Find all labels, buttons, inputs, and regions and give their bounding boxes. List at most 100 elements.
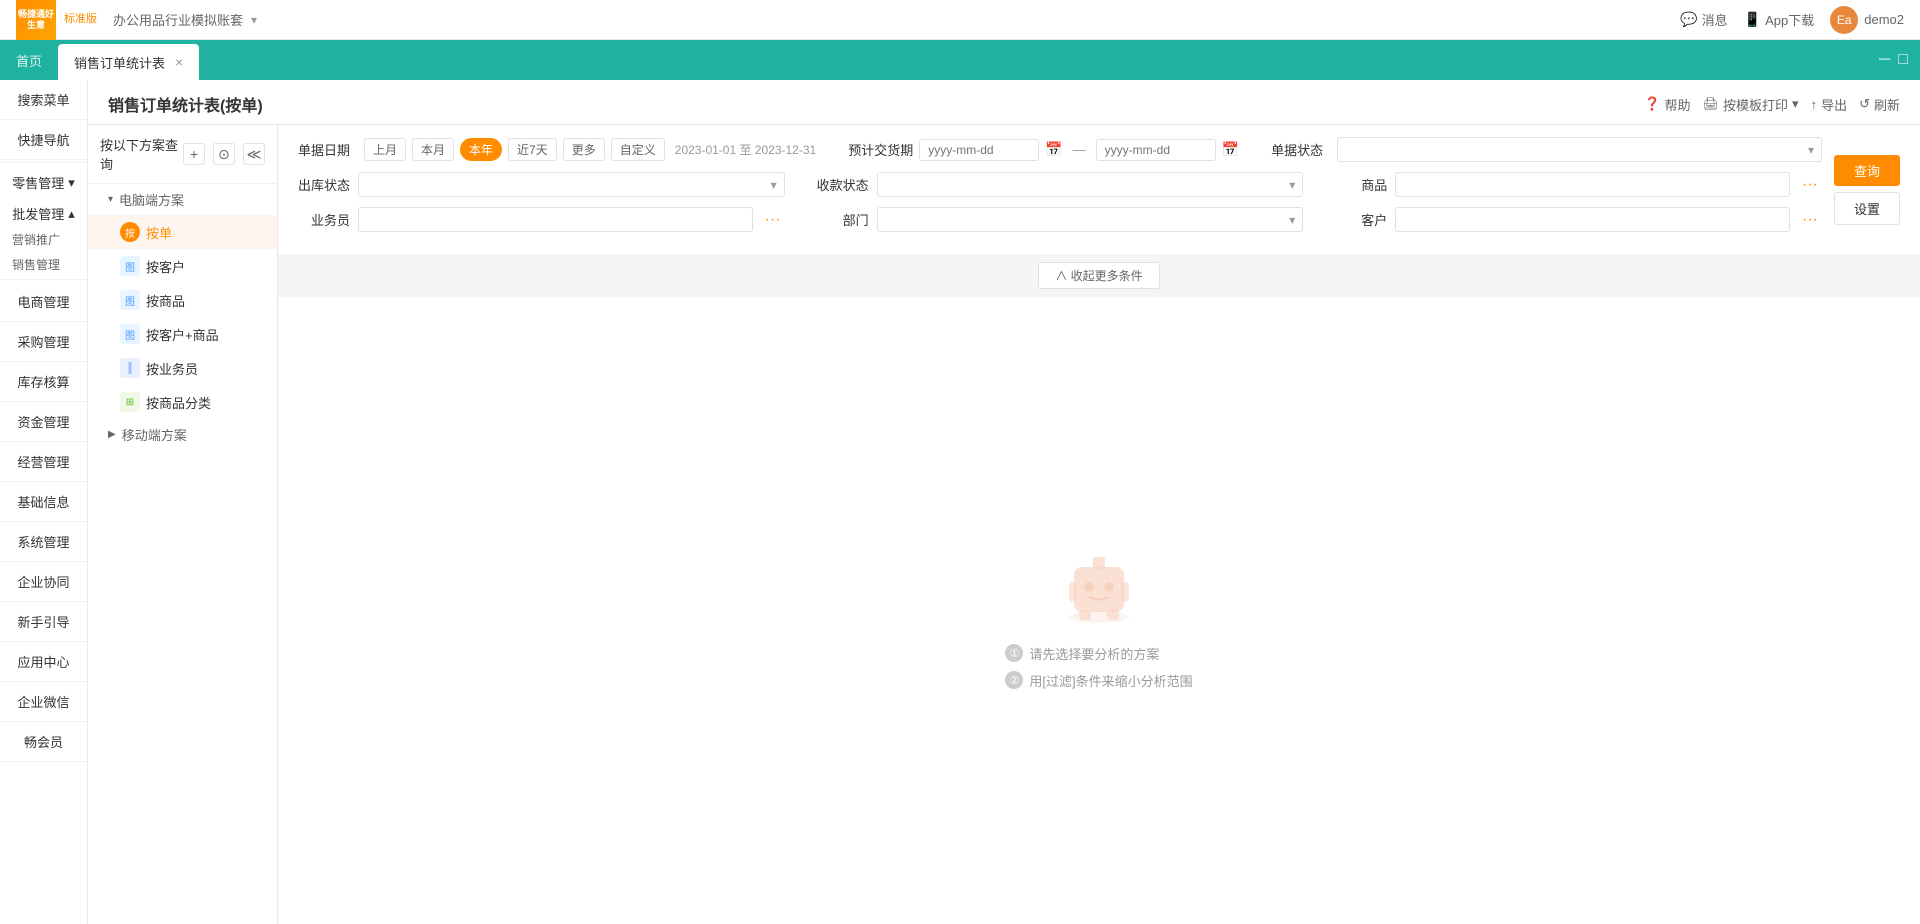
- settings-button[interactable]: 设置: [1834, 192, 1900, 225]
- pc-scheme-label[interactable]: ▾ 电脑端方案: [88, 184, 277, 215]
- salesperson-input[interactable]: [358, 207, 753, 232]
- help-btn[interactable]: ❓ 帮助: [1644, 95, 1690, 114]
- mobile-scheme-group: ▶ 移动端方案: [88, 419, 277, 450]
- filter-row-1: 单据日期 上月 本月 本年 近7天 更多 自定义 2023-01-01 至 20…: [298, 137, 1822, 162]
- scheme-by-customer-goods[interactable]: 图 按客户+商品: [88, 317, 277, 351]
- btn-last-7-days[interactable]: 近7天: [508, 138, 557, 161]
- minimize-icon[interactable]: ─: [1879, 51, 1890, 69]
- search-button[interactable]: 查询: [1834, 155, 1900, 186]
- chevron-down-icon-pc: ▾: [108, 194, 113, 205]
- expected-date-group: 预计交货期 📅 — 📅: [848, 139, 1239, 161]
- sidebar-item-newbie[interactable]: 新手引导: [0, 602, 87, 642]
- brand-text: 标准版: [64, 12, 97, 26]
- refresh-btn[interactable]: ↺ 刷新: [1859, 95, 1900, 114]
- scheme-by-goods-category-icon: ⊞: [120, 392, 140, 412]
- goods-input[interactable]: [1395, 172, 1790, 197]
- sidebar-item-member[interactable]: 畅会员: [0, 722, 87, 762]
- salesperson-label: 业务员: [298, 210, 350, 229]
- refresh-icon: ↺: [1859, 96, 1870, 112]
- filter-main: 单据日期 上月 本月 本年 近7天 更多 自定义 2023-01-01 至 20…: [298, 137, 1900, 242]
- salesperson-dots[interactable]: ···: [761, 211, 785, 229]
- sidebar-item-system[interactable]: 系统管理: [0, 522, 87, 562]
- collapse-conditions-btn[interactable]: ∧ 收起更多条件: [1038, 262, 1159, 289]
- add-scheme-btn[interactable]: +: [183, 143, 205, 165]
- download-icon: 📱: [1744, 11, 1761, 28]
- salesperson-group: 业务员 ···: [298, 207, 785, 232]
- sidebar-item-enterprise[interactable]: 企业协同: [0, 562, 87, 602]
- sidebar-item-appcenter[interactable]: 应用中心: [0, 642, 87, 682]
- expected-date-start[interactable]: [919, 139, 1039, 161]
- customer-dots[interactable]: ···: [1798, 211, 1822, 229]
- scheme-by-order[interactable]: 按 按单: [88, 215, 277, 249]
- btn-last-month[interactable]: 上月: [364, 138, 406, 161]
- filter-row-2: 出库状态 ▾ 收款状态: [298, 172, 1822, 197]
- btn-this-month[interactable]: 本月: [412, 138, 454, 161]
- sidebar-item-basic[interactable]: 基础信息: [0, 482, 87, 522]
- tab-bar: 首页 销售订单统计表 × ─ □: [0, 40, 1920, 80]
- expected-date-end[interactable]: [1096, 139, 1216, 161]
- left-panel: 按以下方案查询 + ⊙ ≪ ▾ 电脑端方案 按: [88, 125, 278, 924]
- tab-home[interactable]: 首页: [0, 40, 58, 80]
- receipt-status-select[interactable]: [877, 172, 1304, 197]
- tab-sales-order-label: 销售订单统计表: [74, 53, 165, 72]
- message-btn[interactable]: 💬 消息: [1680, 10, 1727, 29]
- filter-row-3: 业务员 ··· 部门: [298, 207, 1822, 232]
- tab-home-label: 首页: [16, 51, 42, 70]
- sidebar-item-quicknav[interactable]: 快捷导航: [0, 120, 87, 160]
- export-icon: ↑: [1811, 97, 1818, 112]
- goods-dots[interactable]: ···: [1798, 176, 1822, 194]
- top-bar: 畅捷通好生意 标准版 办公用品行业模拟账套 ▾ 💬 消息 📱 App下载 Ea …: [0, 0, 1920, 40]
- delivery-status-select[interactable]: [358, 172, 785, 197]
- btn-more[interactable]: 更多: [563, 138, 605, 161]
- pc-scheme-group: ▾ 电脑端方案 按 按单 图 按客户 图: [88, 184, 277, 419]
- tab-close-icon[interactable]: ×: [175, 54, 183, 70]
- customer-input[interactable]: [1395, 207, 1790, 232]
- user-area[interactable]: Ea demo2: [1830, 6, 1904, 34]
- hint-2-number: ②: [1005, 671, 1023, 689]
- receipt-status-group: 收款状态 ▾: [817, 172, 1304, 197]
- sidebar-sub-marketing[interactable]: 营销推广: [0, 227, 87, 252]
- edit-scheme-btn[interactable]: ⊙: [213, 143, 235, 165]
- divider-2: [0, 279, 87, 280]
- filter-buttons: 查询 设置: [1822, 137, 1900, 242]
- sidebar-item-finance[interactable]: 资金管理: [0, 402, 87, 442]
- sidebar-item-search[interactable]: 搜索菜单: [0, 80, 87, 120]
- help-icon: ❓: [1644, 96, 1660, 112]
- sidebar-item-purchase[interactable]: 采购管理: [0, 322, 87, 362]
- maximize-icon[interactable]: □: [1898, 51, 1908, 69]
- sidebar-item-wechat[interactable]: 企业微信: [0, 682, 87, 722]
- single-status-group: 单据状态 ▾: [1271, 137, 1822, 162]
- filter-left: 单据日期 上月 本月 本年 近7天 更多 自定义 2023-01-01 至 20…: [298, 137, 1822, 242]
- calendar-icon-2[interactable]: 📅: [1222, 141, 1239, 158]
- empty-illustration: [1049, 532, 1149, 632]
- department-select[interactable]: [877, 207, 1304, 232]
- sidebar-item-ecommerce[interactable]: 电商管理: [0, 282, 87, 322]
- sidebar: 搜索菜单 快捷导航 零售管理 ▾ 批发管理 ▴ 营销推广 销售管理 电商管理 采…: [0, 80, 88, 924]
- empty-state: ① 请先选择要分析的方案 ② 用[过滤]条件来缩小分析范围: [278, 297, 1920, 924]
- single-status-select[interactable]: [1337, 137, 1822, 162]
- sidebar-item-operations[interactable]: 经营管理: [0, 442, 87, 482]
- customer-group: 客户 ···: [1335, 207, 1822, 232]
- calendar-icon-1[interactable]: 📅: [1045, 141, 1062, 158]
- scheme-by-customer[interactable]: 图 按客户: [88, 249, 277, 283]
- scheme-by-goods-category[interactable]: ⊞ 按商品分类: [88, 385, 277, 419]
- dropdown-icon[interactable]: ▾: [251, 13, 257, 27]
- tab-sales-order[interactable]: 销售订单统计表 ×: [58, 44, 199, 80]
- export-btn[interactable]: ↑ 导出: [1811, 95, 1848, 114]
- scheme-by-goods[interactable]: 图 按商品: [88, 283, 277, 317]
- mobile-scheme-label[interactable]: ▶ 移动端方案: [88, 419, 277, 450]
- collapse-panel-btn[interactable]: ≪: [243, 143, 265, 165]
- btn-custom[interactable]: 自定义: [611, 138, 665, 161]
- collapse-row: ∧ 收起更多条件: [278, 254, 1920, 297]
- goods-group: 商品 ···: [1335, 172, 1822, 197]
- username: demo2: [1864, 12, 1904, 27]
- single-date-label: 单据日期: [298, 140, 358, 159]
- sidebar-item-wholesale[interactable]: 批发管理 ▴: [0, 196, 87, 227]
- sidebar-sub-sales[interactable]: 销售管理: [0, 252, 87, 277]
- sidebar-item-inventory[interactable]: 库存核算: [0, 362, 87, 402]
- sidebar-item-retail[interactable]: 零售管理 ▾: [0, 165, 87, 196]
- scheme-by-salesperson[interactable]: ║ 按业务员: [88, 351, 277, 385]
- app-download-btn[interactable]: 📱 App下载: [1744, 10, 1815, 29]
- print-btn[interactable]: 🖨 按模板打印 ▾: [1703, 95, 1799, 114]
- btn-this-year[interactable]: 本年: [460, 138, 502, 161]
